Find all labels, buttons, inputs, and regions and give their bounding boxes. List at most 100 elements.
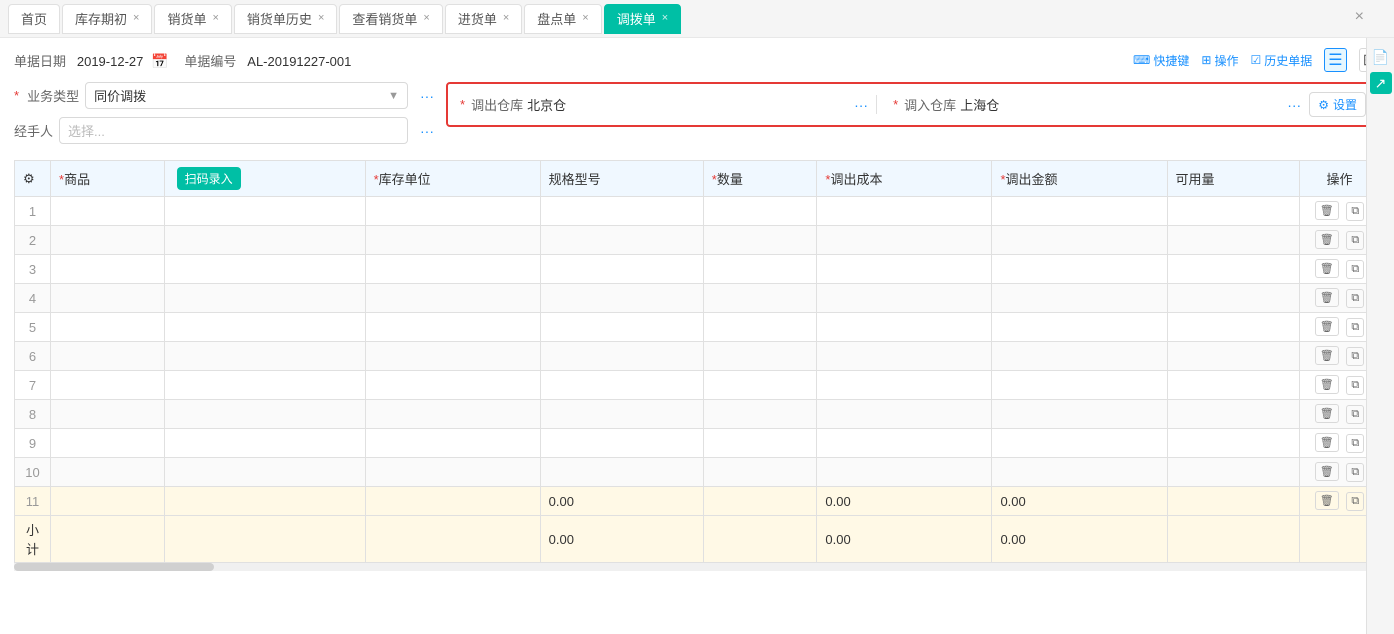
- row-delete-btn-5[interactable]: 🗑: [1315, 317, 1339, 336]
- tab-inventory-init-close[interactable]: ×: [133, 13, 139, 24]
- row-amount-3[interactable]: [992, 255, 1167, 284]
- row-qty-7[interactable]: [703, 371, 817, 400]
- row-copy-btn-1[interactable]: ⧉: [1346, 202, 1364, 221]
- row-qty-3[interactable]: [703, 255, 817, 284]
- row-spec-8[interactable]: [540, 400, 703, 429]
- row-cost-7[interactable]: [817, 371, 992, 400]
- tab-purchase[interactable]: 进货单 ×: [445, 4, 522, 34]
- row-qty-10[interactable]: [703, 458, 817, 487]
- warehouse-out-more[interactable]: ···: [854, 97, 868, 113]
- row-unit-1[interactable]: [365, 197, 540, 226]
- row-copy-btn-5[interactable]: ⧉: [1346, 318, 1364, 337]
- row-unit-10[interactable]: [365, 458, 540, 487]
- tab-view-sales[interactable]: 查看销货单 ×: [339, 4, 442, 34]
- horizontal-scrollbar[interactable]: [14, 563, 1380, 571]
- person-input[interactable]: 选择...: [59, 117, 408, 144]
- row-delete-btn-4[interactable]: 🗑: [1315, 288, 1339, 307]
- history-doc-btn[interactable]: ☑ 历史单据: [1250, 52, 1312, 69]
- row-amount-2[interactable]: [992, 226, 1167, 255]
- row-qty-4[interactable]: [703, 284, 817, 313]
- row-qty-9[interactable]: [703, 429, 817, 458]
- row-cost-4[interactable]: [817, 284, 992, 313]
- tab-stocktake[interactable]: 盘点单 ×: [524, 4, 601, 34]
- row-amount-1[interactable]: [992, 197, 1167, 226]
- row-delete-btn-1[interactable]: 🗑: [1315, 201, 1339, 220]
- row-amount-10[interactable]: [992, 458, 1167, 487]
- tab-sales-history-close[interactable]: ×: [318, 13, 324, 24]
- row-product-10[interactable]: [51, 458, 165, 487]
- row-product-6[interactable]: [51, 342, 165, 371]
- tab-sales-order[interactable]: 销货单 ×: [154, 4, 231, 34]
- row-qty-5[interactable]: [703, 313, 817, 342]
- row-cost-6[interactable]: [817, 342, 992, 371]
- tab-inventory-init[interactable]: 库存期初 ×: [62, 4, 152, 34]
- setting-button[interactable]: ⚙ 设置: [1309, 92, 1366, 117]
- row-product-5[interactable]: [51, 313, 165, 342]
- row-spec-10[interactable]: [540, 458, 703, 487]
- row-delete-btn-6[interactable]: 🗑: [1315, 346, 1339, 365]
- row-qty-2[interactable]: [703, 226, 817, 255]
- row-delete-btn-10[interactable]: 🗑: [1315, 462, 1339, 481]
- row-product-3[interactable]: [51, 255, 165, 284]
- row-spec-4[interactable]: [540, 284, 703, 313]
- row-unit-3[interactable]: [365, 255, 540, 284]
- row-amount-8[interactable]: [992, 400, 1167, 429]
- row-delete-btn-9[interactable]: 🗑: [1315, 433, 1339, 452]
- tab-transfer[interactable]: 调拨单 ×: [604, 4, 681, 34]
- row-copy-btn-10[interactable]: ⧉: [1346, 463, 1364, 482]
- business-type-more[interactable]: ···: [420, 88, 434, 104]
- row-copy-btn-7[interactable]: ⧉: [1346, 376, 1364, 395]
- row-product-7[interactable]: [51, 371, 165, 400]
- row-unit-2[interactable]: [365, 226, 540, 255]
- row-cost-5[interactable]: [817, 313, 992, 342]
- tab-view-sales-close[interactable]: ×: [423, 13, 429, 24]
- row-amount-4[interactable]: [992, 284, 1167, 313]
- row-delete-btn-8[interactable]: 🗑: [1315, 404, 1339, 423]
- row-product-9[interactable]: [51, 429, 165, 458]
- row-delete-btn-7[interactable]: 🗑: [1315, 375, 1339, 394]
- tab-purchase-close[interactable]: ×: [503, 13, 509, 24]
- row-product-4[interactable]: [51, 284, 165, 313]
- window-close-button[interactable]: ×: [1355, 8, 1364, 26]
- row-copy-btn-2[interactable]: ⧉: [1346, 231, 1364, 250]
- header-gear-cell[interactable]: ⚙: [15, 161, 51, 197]
- subtotal-delete-btn[interactable]: 🗑: [1315, 491, 1339, 510]
- business-type-input[interactable]: 同价调拨 ▼: [85, 82, 408, 109]
- scan-button[interactable]: 扫码录入: [177, 167, 241, 190]
- row-qty-6[interactable]: [703, 342, 817, 371]
- tab-sales-order-close[interactable]: ×: [212, 13, 218, 24]
- row-cost-2[interactable]: [817, 226, 992, 255]
- row-copy-btn-8[interactable]: ⧉: [1346, 405, 1364, 424]
- row-unit-7[interactable]: [365, 371, 540, 400]
- row-unit-4[interactable]: [365, 284, 540, 313]
- sidebar-doc-icon[interactable]: 📄: [1370, 46, 1392, 68]
- tab-sales-history[interactable]: 销货单历史 ×: [234, 4, 337, 34]
- operation-btn[interactable]: ⊞ 操作: [1201, 52, 1238, 69]
- row-copy-btn-4[interactable]: ⧉: [1346, 289, 1364, 308]
- row-spec-2[interactable]: [540, 226, 703, 255]
- row-qty-8[interactable]: [703, 400, 817, 429]
- row-delete-btn-2[interactable]: 🗑: [1315, 230, 1339, 249]
- row-amount-7[interactable]: [992, 371, 1167, 400]
- row-spec-7[interactable]: [540, 371, 703, 400]
- row-cost-9[interactable]: [817, 429, 992, 458]
- table-gear-icon[interactable]: ⚙: [23, 171, 35, 186]
- row-amount-5[interactable]: [992, 313, 1167, 342]
- row-cost-8[interactable]: [817, 400, 992, 429]
- scrollbar-thumb[interactable]: [14, 563, 214, 571]
- row-spec-5[interactable]: [540, 313, 703, 342]
- row-product-1[interactable]: [51, 197, 165, 226]
- row-product-8[interactable]: [51, 400, 165, 429]
- row-amount-9[interactable]: [992, 429, 1167, 458]
- row-spec-6[interactable]: [540, 342, 703, 371]
- row-cost-3[interactable]: [817, 255, 992, 284]
- row-delete-btn-3[interactable]: 🗑: [1315, 259, 1339, 278]
- row-copy-btn-6[interactable]: ⧉: [1346, 347, 1364, 366]
- row-spec-9[interactable]: [540, 429, 703, 458]
- shortcut-key-btn[interactable]: ⌨ 快捷键: [1133, 52, 1189, 69]
- calendar-icon[interactable]: 📅: [151, 53, 168, 69]
- subtotal-copy-btn[interactable]: ⧉: [1346, 492, 1364, 511]
- person-more[interactable]: ···: [420, 123, 434, 139]
- row-amount-6[interactable]: [992, 342, 1167, 371]
- view-toggle-list[interactable]: ☰: [1324, 48, 1346, 72]
